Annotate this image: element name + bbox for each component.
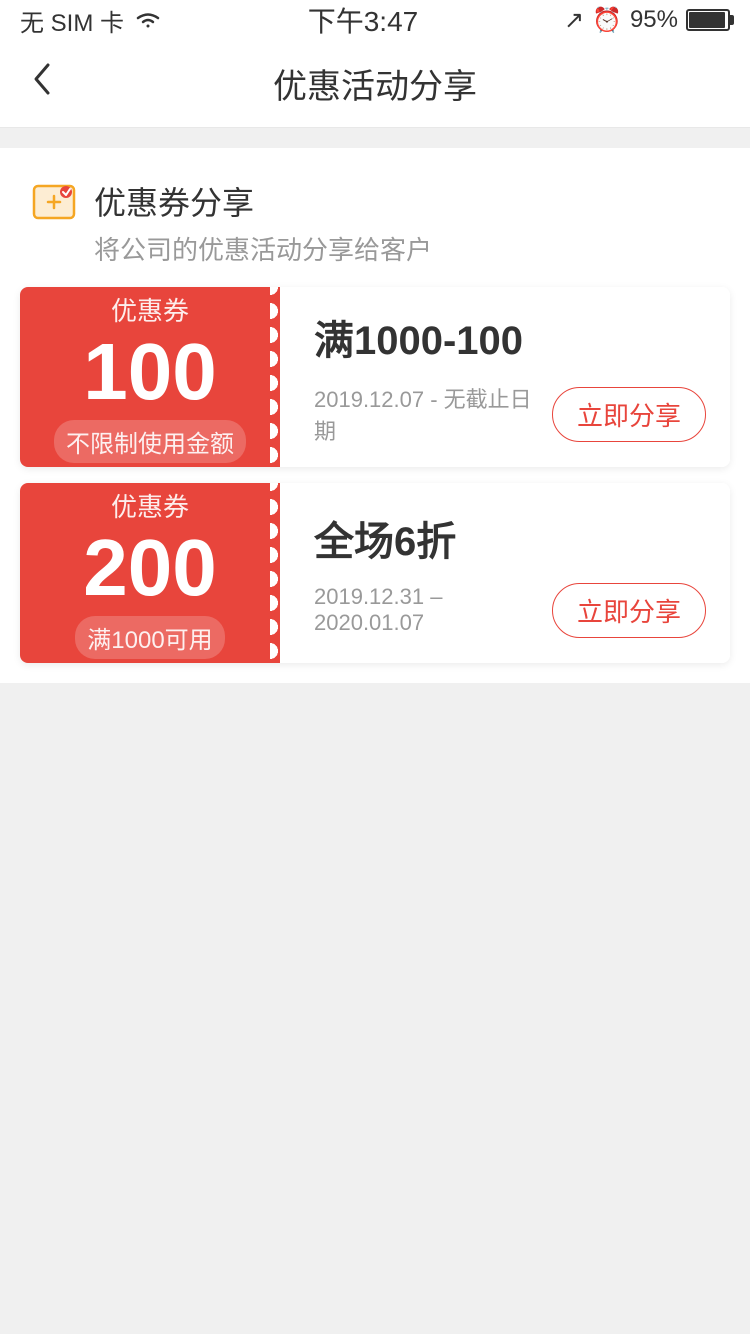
status-bar: 无 SIM 卡 下午3:47 ↗ ⏰ 95%: [0, 0, 750, 40]
section-title: 优惠券分享: [94, 178, 432, 224]
coupon-share-icon: [30, 178, 78, 226]
battery-icon: [686, 9, 730, 31]
coupon-right-1: 满1000-100 2019.12.07 - 无截止日期 立即分享: [280, 287, 730, 467]
back-button[interactable]: [30, 59, 54, 108]
location-icon: ↗: [564, 6, 584, 35]
coupon-condition-2: 满1000可用: [75, 616, 224, 659]
coupon-footer-1: 2019.12.07 - 无截止日期 立即分享: [314, 382, 706, 446]
coupon-card-1: 优惠券 100 不限制使用金额 满1000-100 2019.12.07 - 无…: [20, 287, 730, 467]
section-subtitle: 将公司的优惠活动分享给客户: [94, 230, 432, 267]
section-header: 优惠券分享 将公司的优惠活动分享给客户: [0, 148, 750, 287]
coupon-name-2: 全场6折: [314, 509, 706, 567]
coupon-name-1: 满1000-100: [314, 308, 706, 366]
coupon-date-2: 2019.12.31 – 2020.01.07: [314, 584, 552, 636]
coupon-condition-1: 不限制使用金额: [54, 420, 246, 463]
battery-text: 95%: [630, 6, 678, 34]
share-button-2[interactable]: 立即分享: [552, 583, 706, 638]
coupon-label-2: 优惠券: [111, 487, 189, 524]
nav-bar: 优惠活动分享: [0, 40, 750, 128]
coupon-amount-1: 100: [83, 332, 216, 412]
coupon-right-2: 全场6折 2019.12.31 – 2020.01.07 立即分享: [280, 483, 730, 663]
alarm-icon: ⏰: [592, 6, 622, 35]
coupon-left-2: 优惠券 200 满1000可用: [20, 483, 280, 663]
wifi-icon: [134, 10, 162, 30]
coupon-left-1: 优惠券 100 不限制使用金额: [20, 287, 280, 467]
coupon-date-1: 2019.12.07 - 无截止日期: [314, 382, 552, 446]
coupon-list: 优惠券 100 不限制使用金额 满1000-100 2019.12.07 - 无…: [0, 287, 750, 683]
coupon-label-1: 优惠券: [111, 291, 189, 328]
status-right: ↗ ⏰ 95%: [564, 6, 730, 35]
coupon-amount-2: 200: [83, 528, 216, 608]
status-time: 下午3:47: [308, 0, 419, 40]
page-title: 优惠活动分享: [273, 59, 477, 108]
section-gap-top: [0, 128, 750, 148]
status-left: 无 SIM 卡: [20, 3, 162, 38]
carrier-text: 无 SIM 卡: [20, 3, 124, 38]
section-text: 优惠券分享 将公司的优惠活动分享给客户: [94, 178, 432, 267]
coupon-footer-2: 2019.12.31 – 2020.01.07 立即分享: [314, 583, 706, 638]
coupon-card-2: 优惠券 200 满1000可用 全场6折 2019.12.31 – 2020.0…: [20, 483, 730, 663]
share-button-1[interactable]: 立即分享: [552, 387, 706, 442]
